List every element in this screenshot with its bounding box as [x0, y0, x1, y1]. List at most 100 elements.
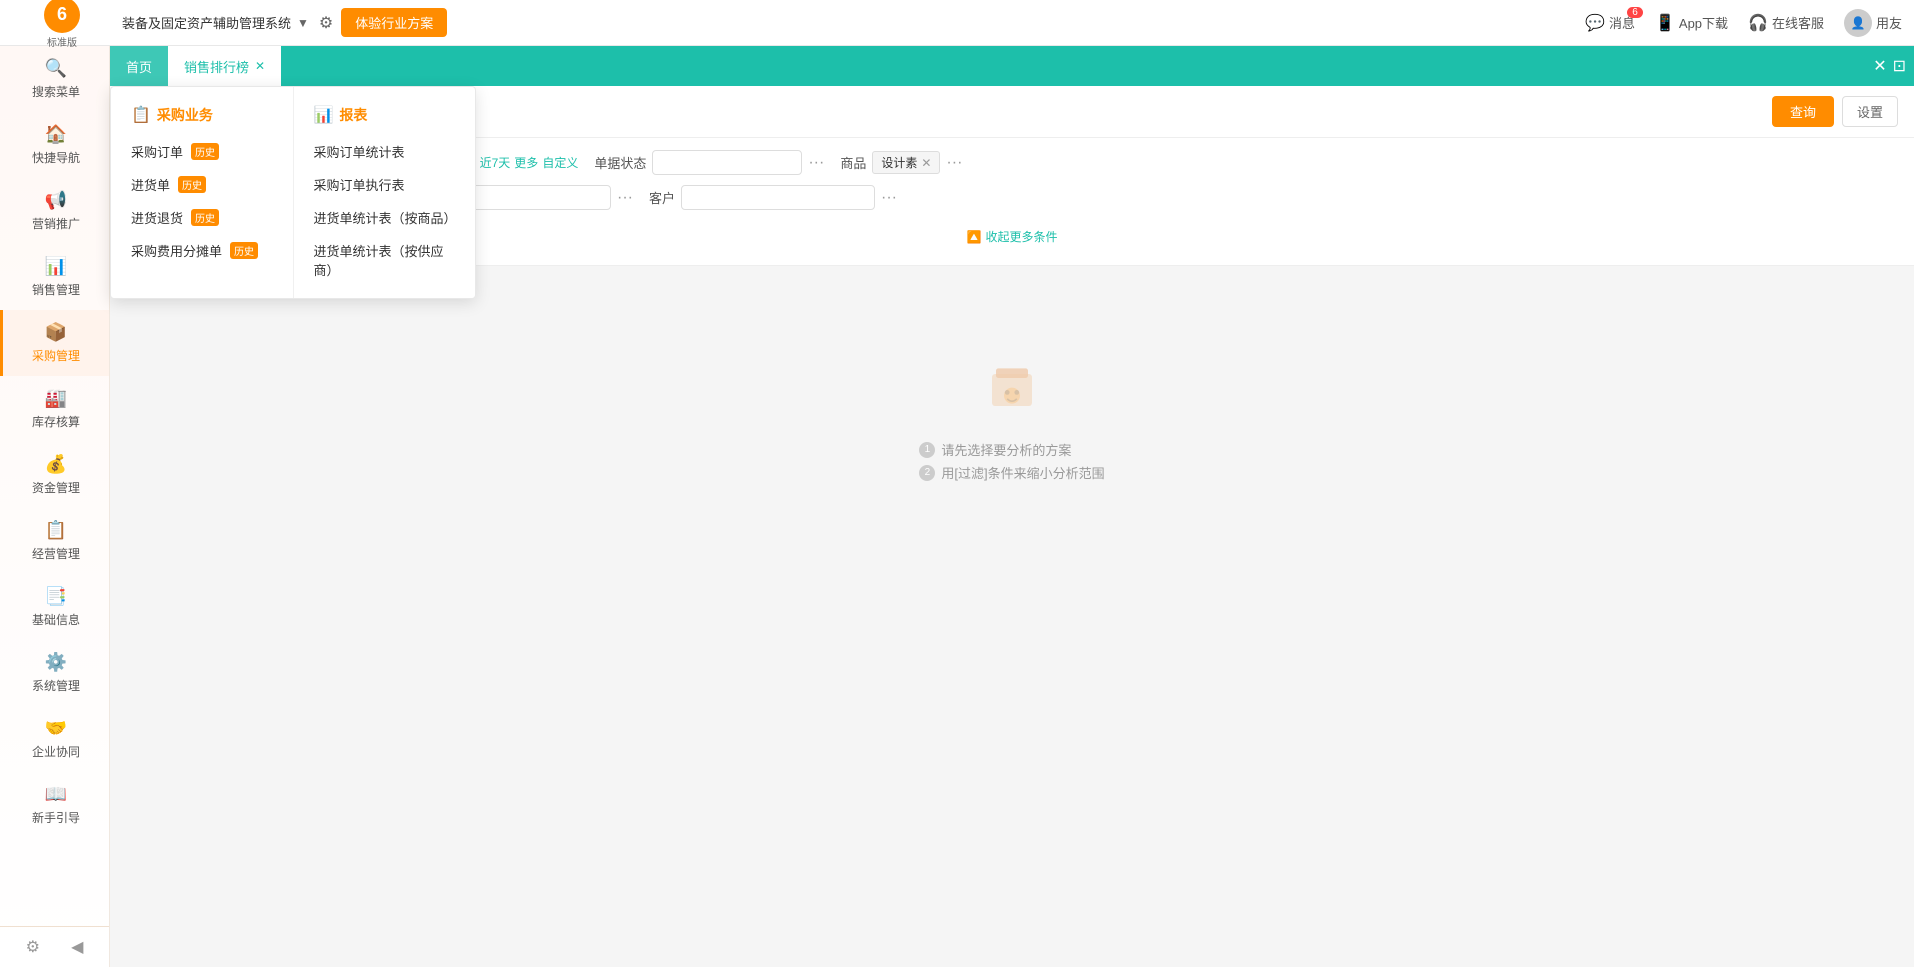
empty-state: 1 请先选择要分析的方案 2 用[过滤]条件来缩小分析范围	[110, 266, 1914, 566]
tab-maximize-btn[interactable]: ⊡	[1893, 56, 1906, 76]
sidebar-item-quick-nav[interactable]: 🏠 快捷导航	[0, 112, 109, 178]
goods-tag-text: 设计素	[881, 154, 917, 171]
sidebar-item-enterprise[interactable]: 🤝 企业协同	[0, 706, 109, 772]
expense-label: 采购费用分摊单	[131, 241, 222, 260]
sidebar-item-marketing[interactable]: 📢 营销推广	[0, 178, 109, 244]
doc-status-filter: 单据状态 ···	[594, 150, 824, 175]
online-service-btn[interactable]: 🎧 在线客服	[1748, 13, 1824, 33]
sidebar-item-search-label: 搜索菜单	[32, 83, 80, 100]
sidebar-item-search[interactable]: 🔍 搜索菜单	[0, 46, 109, 112]
dropdown-item-inbound-stat-goods[interactable]: 进货单统计表（按商品）	[294, 201, 476, 234]
doc-status-more-btn[interactable]: ···	[808, 154, 824, 172]
dropdown-item-order-stat[interactable]: 采购订单统计表	[294, 135, 476, 168]
empty-tip-2: 2 用[过滤]条件来缩小分析范围	[919, 463, 1104, 482]
salesperson-more-btn[interactable]: ···	[617, 189, 633, 207]
customer-input[interactable]	[681, 185, 875, 210]
guide-icon: 📖	[45, 784, 67, 805]
return-label: 进货退货	[131, 208, 183, 227]
tab-sales-rank-label: 销售排行榜	[184, 57, 249, 76]
sidebar-item-guide-label: 新手引导	[32, 809, 80, 826]
sidebar-item-purchase-label: 采购管理	[32, 347, 80, 364]
tab-close-btn[interactable]: ✕	[255, 59, 265, 73]
tip-num-2: 2	[919, 465, 935, 481]
system-dropdown-btn[interactable]: ▼	[297, 16, 309, 30]
user-menu[interactable]: 👤 用友	[1844, 9, 1902, 37]
goods-more-btn[interactable]: ···	[946, 154, 962, 172]
phone-icon: 📱	[1655, 13, 1675, 33]
headset-icon: 🎧	[1748, 13, 1768, 33]
goods-tag-close[interactable]: ✕	[921, 156, 931, 170]
sidebar-item-finance[interactable]: 💰 资金管理	[0, 442, 109, 508]
topbar-right: 💬 消息 6 📱 App下载 🎧 在线客服 👤 用友	[1585, 9, 1902, 37]
tab-bar: 首页 销售排行榜 ✕ ✕ ⊡	[110, 46, 1914, 86]
sidebar-item-system-label: 系统管理	[32, 677, 80, 694]
dropdown-item-return[interactable]: 进货退货 历史	[111, 201, 293, 234]
system-settings-btn[interactable]: ⚙	[319, 13, 333, 33]
sidebar-item-operations-label: 经营管理	[32, 545, 80, 562]
dropdown-item-inbound-stat-supplier[interactable]: 进货单统计表（按供应商）	[294, 234, 476, 286]
quick-more-btn[interactable]: 更多	[514, 154, 538, 171]
dropdown-item-expense[interactable]: 采购费用分摊单 历史	[111, 234, 293, 267]
sidebar-bottom: ⚙ ◀	[0, 926, 109, 967]
sidebar-item-purchase[interactable]: 📦 采购管理	[0, 310, 109, 376]
doc-status-select[interactable]	[652, 150, 802, 175]
goods-label: 商品	[840, 153, 866, 172]
logo-icon: 6	[44, 0, 80, 33]
app-download-btn[interactable]: 📱 App下载	[1655, 13, 1728, 33]
goods-filter: 商品 设计素 ✕ ···	[840, 151, 1040, 174]
marketing-icon: 📢	[45, 190, 67, 211]
sidebar-item-guide[interactable]: 📖 新手引导	[0, 772, 109, 838]
purchase-order-label: 采购订单	[131, 142, 183, 161]
quick-7days-btn[interactable]: 近7天	[480, 154, 511, 171]
tab-bar-actions: ✕ ⊡	[1873, 56, 1914, 76]
inbound-stat-supplier-label: 进货单统计表（按供应商）	[314, 241, 456, 279]
home-icon: 🏠	[45, 124, 67, 145]
tip-text-1: 请先选择要分析的方案	[941, 440, 1071, 459]
dropdown-item-order-exec[interactable]: 采购订单执行表	[294, 168, 476, 201]
settings-btn[interactable]: 设置	[1842, 96, 1898, 127]
message-badge: 6	[1627, 7, 1643, 18]
customer-label: 客户	[649, 188, 675, 207]
sidebar-item-basic-info-label: 基础信息	[32, 611, 80, 628]
search-icon: 🔍	[45, 58, 67, 79]
dropdown-item-inbound[interactable]: 进货单 历史	[111, 168, 293, 201]
collapse-label: 收起更多条件	[985, 228, 1057, 245]
sidebar-item-quick-nav-label: 快捷导航	[32, 149, 80, 166]
purchase-icon: 📦	[45, 322, 67, 343]
query-btn[interactable]: 查询	[1772, 96, 1834, 127]
sidebar-settings-btn[interactable]: ⚙	[26, 937, 40, 957]
dropdown-col-report: 📊 报表 采购订单统计表 采购订单执行表 进货单统计表（按商品） 进货单统计表（…	[294, 87, 476, 298]
logo-subtext: 标准版	[47, 34, 77, 49]
quick-dates: 近7天 更多 自定义	[480, 154, 579, 171]
sidebar-collapse-btn[interactable]: ◀	[71, 937, 83, 957]
tab-home[interactable]: 首页	[110, 46, 168, 86]
goods-tag: 设计素 ✕	[872, 151, 940, 174]
tab-close-all-btn[interactable]: ✕	[1873, 56, 1886, 76]
sales-icon: 📊	[45, 256, 67, 277]
customer-filter: 客户 ···	[649, 185, 897, 210]
collapse-btn[interactable]: 🔼 收起更多条件	[967, 228, 1058, 245]
tab-home-label: 首页	[126, 57, 152, 76]
dropdown-col-purchase-title: 📋 采购业务	[111, 99, 293, 135]
industry-btn[interactable]: 体验行业方案	[341, 8, 447, 37]
sidebar-item-enterprise-label: 企业协同	[32, 743, 80, 760]
quick-custom-btn[interactable]: 自定义	[542, 154, 578, 171]
tab-sales-rank[interactable]: 销售排行榜 ✕	[168, 46, 281, 86]
sidebar-item-system[interactable]: ⚙️ 系统管理	[0, 640, 109, 706]
message-btn[interactable]: 💬 消息 6	[1585, 13, 1635, 33]
sidebar-item-inventory[interactable]: 🏭 库存核算	[0, 376, 109, 442]
dropdown-item-purchase-order[interactable]: 采购订单 历史	[111, 135, 293, 168]
sidebar-item-sales[interactable]: 📊 销售管理	[0, 244, 109, 310]
doc-status-label: 单据状态	[594, 153, 646, 172]
sidebar-item-basic-info[interactable]: 📑 基础信息	[0, 574, 109, 640]
sidebar-item-marketing-label: 营销推广	[32, 215, 80, 232]
customer-more-btn[interactable]: ···	[881, 189, 897, 207]
dropdown-col-purchase: 📋 采购业务 采购订单 历史 进货单 历史 进货退货 历史 采购费用分摊单 历史	[111, 87, 294, 298]
message-icon: 💬	[1585, 13, 1605, 33]
empty-tips: 1 请先选择要分析的方案 2 用[过滤]条件来缩小分析范围	[919, 436, 1104, 486]
sidebar-item-finance-label: 资金管理	[32, 479, 80, 496]
sidebar-item-operations[interactable]: 📋 经营管理	[0, 508, 109, 574]
expense-hist: 历史	[230, 242, 258, 259]
purchase-order-hist: 历史	[191, 143, 219, 160]
system-name: 装备及固定资产辅助管理系统	[122, 13, 291, 32]
